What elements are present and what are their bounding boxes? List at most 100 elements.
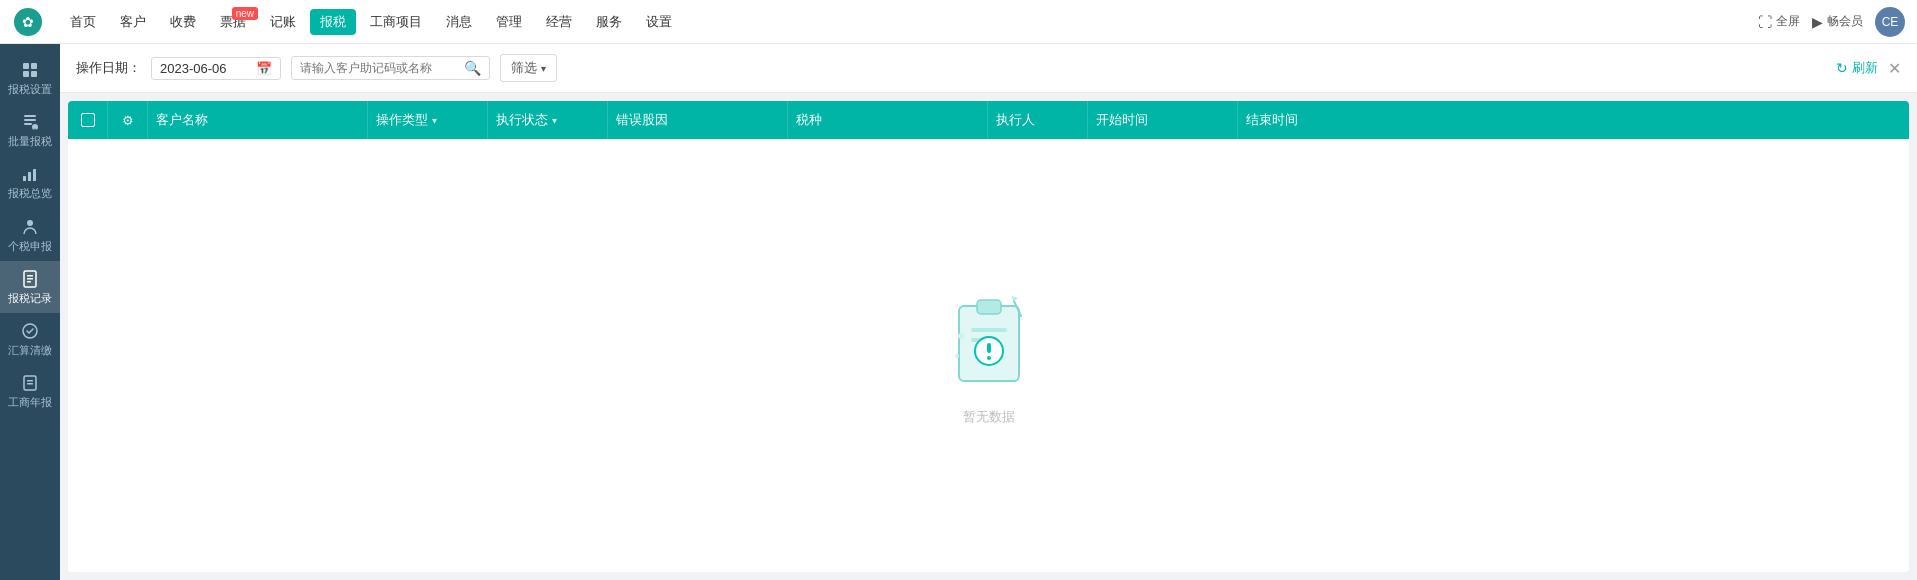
th-checkbox[interactable] xyxy=(68,101,108,139)
svg-rect-28 xyxy=(987,343,991,353)
svg-rect-4 xyxy=(23,71,29,77)
search-wrap: 🔍 xyxy=(291,56,490,80)
sidebar-item-annual-report[interactable]: 工商年报 xyxy=(0,365,60,417)
th-end-time: 结束时间 xyxy=(1238,101,1358,139)
th-start-time: 开始时间 xyxy=(1088,101,1238,139)
nav-item-customer[interactable]: 客户 xyxy=(110,9,156,35)
table-container: ⚙ 客户名称 操作类型 ▾ 执行状态 ▾ 错误股因 税种 xyxy=(68,101,1909,572)
main-layout: 报税设置 + 批量报税 报税总览 xyxy=(0,44,1917,580)
filter-button[interactable]: 筛选 ▾ xyxy=(500,54,557,82)
new-badge: new xyxy=(232,7,258,20)
svg-point-29 xyxy=(987,356,991,360)
svg-rect-5 xyxy=(31,71,37,77)
svg-point-14 xyxy=(27,220,33,226)
svg-rect-7 xyxy=(24,119,36,121)
content-area: 操作日期： 📅 🔍 筛选 ▾ ↻ 刷新 ✕ xyxy=(60,44,1917,580)
fullscreen-icon: ⛶ xyxy=(1758,14,1772,30)
th-gear[interactable]: ⚙ xyxy=(108,101,148,139)
search-icon[interactable]: 🔍 xyxy=(464,60,481,76)
top-nav-right: ⛶ 全屏 ▶ 畅会员 CE xyxy=(1758,7,1905,37)
sidebar-item-tax-overview[interactable]: 报税总览 xyxy=(0,156,60,208)
select-all-checkbox[interactable] xyxy=(81,113,95,127)
search-input[interactable] xyxy=(300,61,460,75)
nav-item-manage[interactable]: 管理 xyxy=(486,9,532,35)
sidebar-label-annual-report: 工商年报 xyxy=(8,396,52,409)
top-nav-menu: 首页 客户 收费 票据 new 记账 报税 工商项目 消息 管理 经营 服务 设… xyxy=(60,9,1758,35)
sidebar-label-tax-records: 报税记录 xyxy=(8,292,52,305)
svg-rect-6 xyxy=(24,115,36,117)
sidebar-item-annual-settlement[interactable]: 汇算清缴 xyxy=(0,313,60,365)
sidebar-label-tax-overview: 报税总览 xyxy=(8,187,52,200)
svg-rect-2 xyxy=(23,63,29,69)
sidebar-label-tax-settings: 报税设置 xyxy=(8,83,52,96)
nav-item-tax[interactable]: 报税 xyxy=(310,9,356,35)
sidebar-label-batch-tax: 批量报税 xyxy=(8,135,52,148)
th-tax-type: 税种 xyxy=(788,101,988,139)
th-exec-status[interactable]: 执行状态 ▾ xyxy=(488,101,608,139)
svg-rect-16 xyxy=(27,275,33,277)
refresh-button[interactable]: ↻ 刷新 xyxy=(1836,59,1878,77)
svg-rect-3 xyxy=(31,63,37,69)
sidebar-item-personal-tax[interactable]: 个税申报 xyxy=(0,209,60,261)
svg-rect-18 xyxy=(27,281,31,283)
th-executor: 执行人 xyxy=(988,101,1088,139)
empty-text: 暂无数据 xyxy=(963,408,1015,426)
gear-icon: ⚙ xyxy=(122,113,134,128)
svg-rect-8 xyxy=(24,123,32,125)
sidebar-item-tax-records[interactable]: 报税记录 xyxy=(0,261,60,313)
sort-icon-operation: ▾ xyxy=(432,115,437,126)
empty-illustration xyxy=(939,286,1039,396)
toolbar: 操作日期： 📅 🔍 筛选 ▾ ↻ 刷新 ✕ xyxy=(60,44,1917,93)
svg-text:✿: ✿ xyxy=(22,15,34,30)
th-error-reason: 错误股因 xyxy=(608,101,788,139)
nav-item-invoice[interactable]: 票据 new xyxy=(210,9,256,35)
date-input[interactable] xyxy=(160,61,250,76)
nav-item-business2[interactable]: 经营 xyxy=(536,9,582,35)
nav-item-business[interactable]: 工商项目 xyxy=(360,9,432,35)
calendar-icon: 📅 xyxy=(256,61,272,76)
batch-tax-icon: + xyxy=(20,112,40,132)
empty-state: 暂无数据 xyxy=(68,139,1909,572)
member-button[interactable]: ▶ 畅会员 xyxy=(1812,13,1863,30)
annual-report-icon xyxy=(20,373,40,393)
sidebar-item-batch-tax[interactable]: + 批量报税 xyxy=(0,104,60,156)
svg-rect-12 xyxy=(28,172,31,181)
th-operation-type[interactable]: 操作类型 ▾ xyxy=(368,101,488,139)
svg-point-33 xyxy=(955,354,959,358)
svg-text:+: + xyxy=(34,126,37,132)
close-button[interactable]: ✕ xyxy=(1888,59,1901,78)
annual-settlement-icon xyxy=(20,321,40,341)
nav-item-message[interactable]: 消息 xyxy=(436,9,482,35)
th-customer-name: 客户名称 xyxy=(148,101,368,139)
date-picker[interactable]: 📅 xyxy=(151,57,281,80)
refresh-icon: ↻ xyxy=(1836,60,1848,76)
tax-overview-icon xyxy=(20,164,40,184)
nav-item-fee[interactable]: 收费 xyxy=(160,9,206,35)
sidebar: 报税设置 + 批量报税 报税总览 xyxy=(0,44,60,580)
chevron-down-icon: ▾ xyxy=(541,63,546,74)
svg-rect-24 xyxy=(977,300,1001,314)
fullscreen-button[interactable]: ⛶ 全屏 xyxy=(1758,13,1800,30)
tax-settings-icon xyxy=(20,60,40,80)
nav-item-service[interactable]: 服务 xyxy=(586,9,632,35)
svg-point-32 xyxy=(958,333,964,339)
avatar[interactable]: CE xyxy=(1875,7,1905,37)
svg-rect-13 xyxy=(33,169,36,181)
svg-rect-25 xyxy=(971,328,1007,332)
nav-item-bookkeeping[interactable]: 记账 xyxy=(260,9,306,35)
tax-records-icon xyxy=(20,269,40,289)
sidebar-item-tax-settings[interactable]: 报税设置 xyxy=(0,52,60,104)
app-logo[interactable]: ✿ xyxy=(12,6,44,38)
sidebar-label-personal-tax: 个税申报 xyxy=(8,240,52,253)
nav-item-settings[interactable]: 设置 xyxy=(636,9,682,35)
svg-marker-31 xyxy=(1011,296,1018,301)
table-scroll-area: 暂无数据 xyxy=(68,139,1909,572)
svg-rect-17 xyxy=(27,278,33,280)
svg-rect-11 xyxy=(23,176,26,181)
top-nav: ✿ 首页 客户 收费 票据 new 记账 报税 工商项目 消息 管理 经营 服务… xyxy=(0,0,1917,44)
svg-rect-21 xyxy=(27,380,33,382)
member-icon: ▶ xyxy=(1812,14,1823,30)
nav-item-home[interactable]: 首页 xyxy=(60,9,106,35)
sidebar-label-annual-settlement: 汇算清缴 xyxy=(8,344,52,357)
sort-icon-status: ▾ xyxy=(552,115,557,126)
